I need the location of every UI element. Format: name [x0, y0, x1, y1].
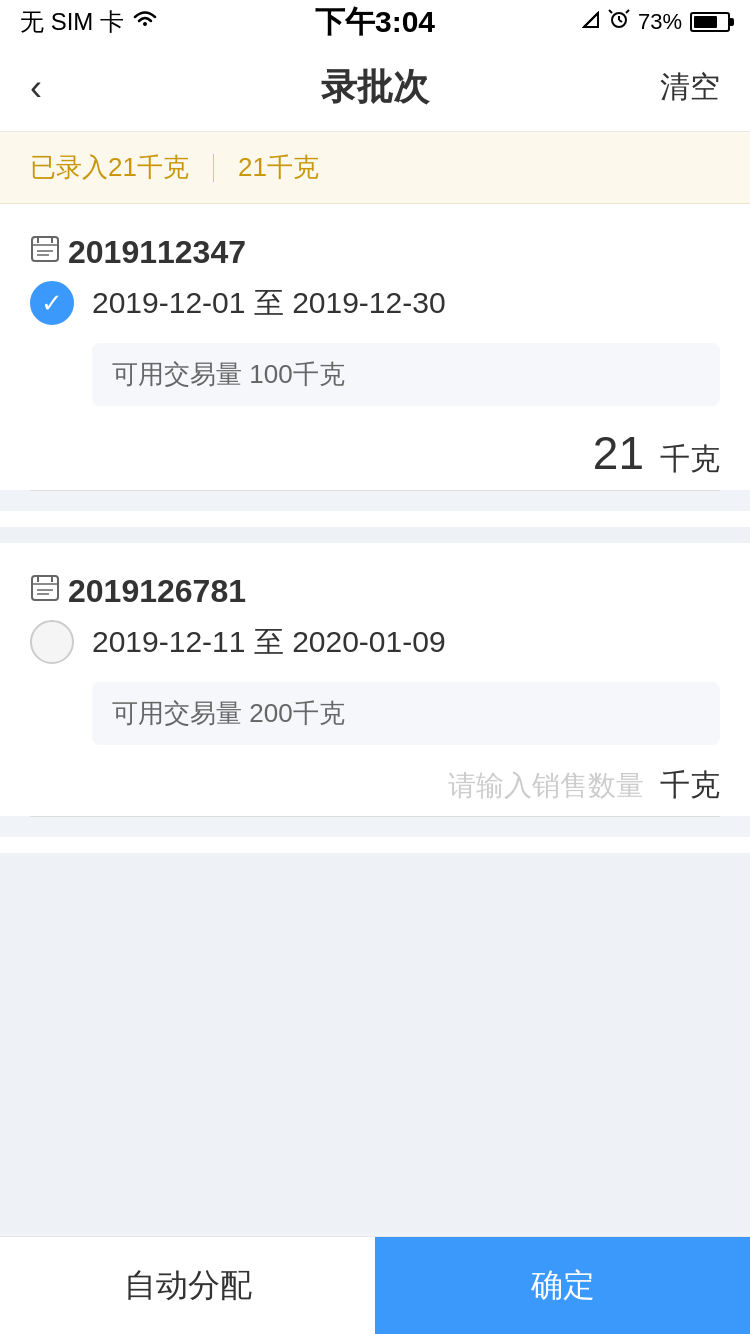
batch2-icon	[30, 574, 60, 609]
battery-icon	[690, 12, 730, 32]
batch-item-1: 2019112347 ✓ 2019-12-01 至 2019-12-30 可用交…	[0, 204, 750, 406]
svg-line-5	[609, 10, 612, 13]
batch2-input-row[interactable]: 请输入销售数量 千克	[0, 745, 750, 816]
batch2-date: 2019-12-11 至 2020-01-09	[92, 622, 446, 663]
status-right: 73%	[582, 9, 730, 35]
batch1-id: 2019112347	[68, 234, 246, 271]
batch2-date-row: ✓ 2019-12-11 至 2020-01-09	[30, 620, 720, 664]
batch2-input-placeholder: 请输入销售数量	[448, 767, 644, 805]
batch1-amount-unit: 千克	[660, 439, 720, 480]
status-left: 无 SIM 卡	[20, 6, 158, 38]
svg-rect-7	[32, 237, 58, 261]
batch1-radio[interactable]: ✓	[30, 281, 74, 325]
wifi-icon	[132, 8, 158, 36]
time-display: 下午3:04	[315, 2, 435, 43]
batch2-available: 可用交易量 200千克	[92, 682, 720, 745]
batch1-bottom-space	[0, 511, 750, 527]
svg-rect-13	[32, 576, 58, 600]
empty-area	[0, 853, 750, 1233]
battery-percent: 73%	[638, 9, 682, 35]
carrier-label: 无 SIM 卡	[20, 6, 124, 38]
batch2-header: 2019126781	[30, 573, 720, 610]
batch-item-2: 2019126781 ✓ 2019-12-11 至 2020-01-09 可用交…	[0, 543, 750, 745]
batch1-amount-row: 21 千克	[0, 406, 750, 490]
batch1-amount-value: 21	[593, 426, 644, 480]
batch2-id: 2019126781	[68, 573, 246, 610]
section-separator	[0, 527, 750, 543]
batch1-underline	[30, 490, 720, 491]
recorded-label: 已录入21千克	[30, 150, 189, 185]
svg-line-6	[626, 10, 629, 13]
bottom-bar: 自动分配 确定	[0, 1236, 750, 1334]
alarm-icon	[608, 9, 630, 35]
clear-button[interactable]: 清空	[660, 67, 720, 108]
auto-distribute-button[interactable]: 自动分配	[0, 1237, 375, 1334]
batch1-header: 2019112347	[30, 234, 720, 271]
batch2-underline	[30, 816, 720, 817]
nav-bar: ‹ 录批次 清空	[0, 44, 750, 132]
location-icon	[582, 9, 600, 35]
status-bar: 无 SIM 卡 下午3:04 73%	[0, 0, 750, 44]
batch2-bottom-space	[0, 837, 750, 853]
page-title: 录批次	[321, 63, 429, 112]
batch1-available: 可用交易量 100千克	[92, 343, 720, 406]
total-label: 21千克	[238, 150, 319, 185]
back-button[interactable]: ‹	[30, 67, 42, 109]
batch2-input-unit: 千克	[660, 765, 720, 806]
batch1-date-row: ✓ 2019-12-01 至 2019-12-30	[30, 281, 720, 325]
batch1-date: 2019-12-01 至 2019-12-30	[92, 283, 446, 324]
svg-line-1	[584, 13, 598, 27]
info-banner: 已录入21千克 21千克	[0, 132, 750, 204]
batch1-check-icon: ✓	[41, 288, 63, 319]
batch2-radio[interactable]: ✓	[30, 620, 74, 664]
confirm-button[interactable]: 确定	[375, 1237, 750, 1334]
svg-line-4	[619, 20, 622, 22]
info-divider	[213, 154, 214, 182]
batch1-icon	[30, 235, 60, 270]
